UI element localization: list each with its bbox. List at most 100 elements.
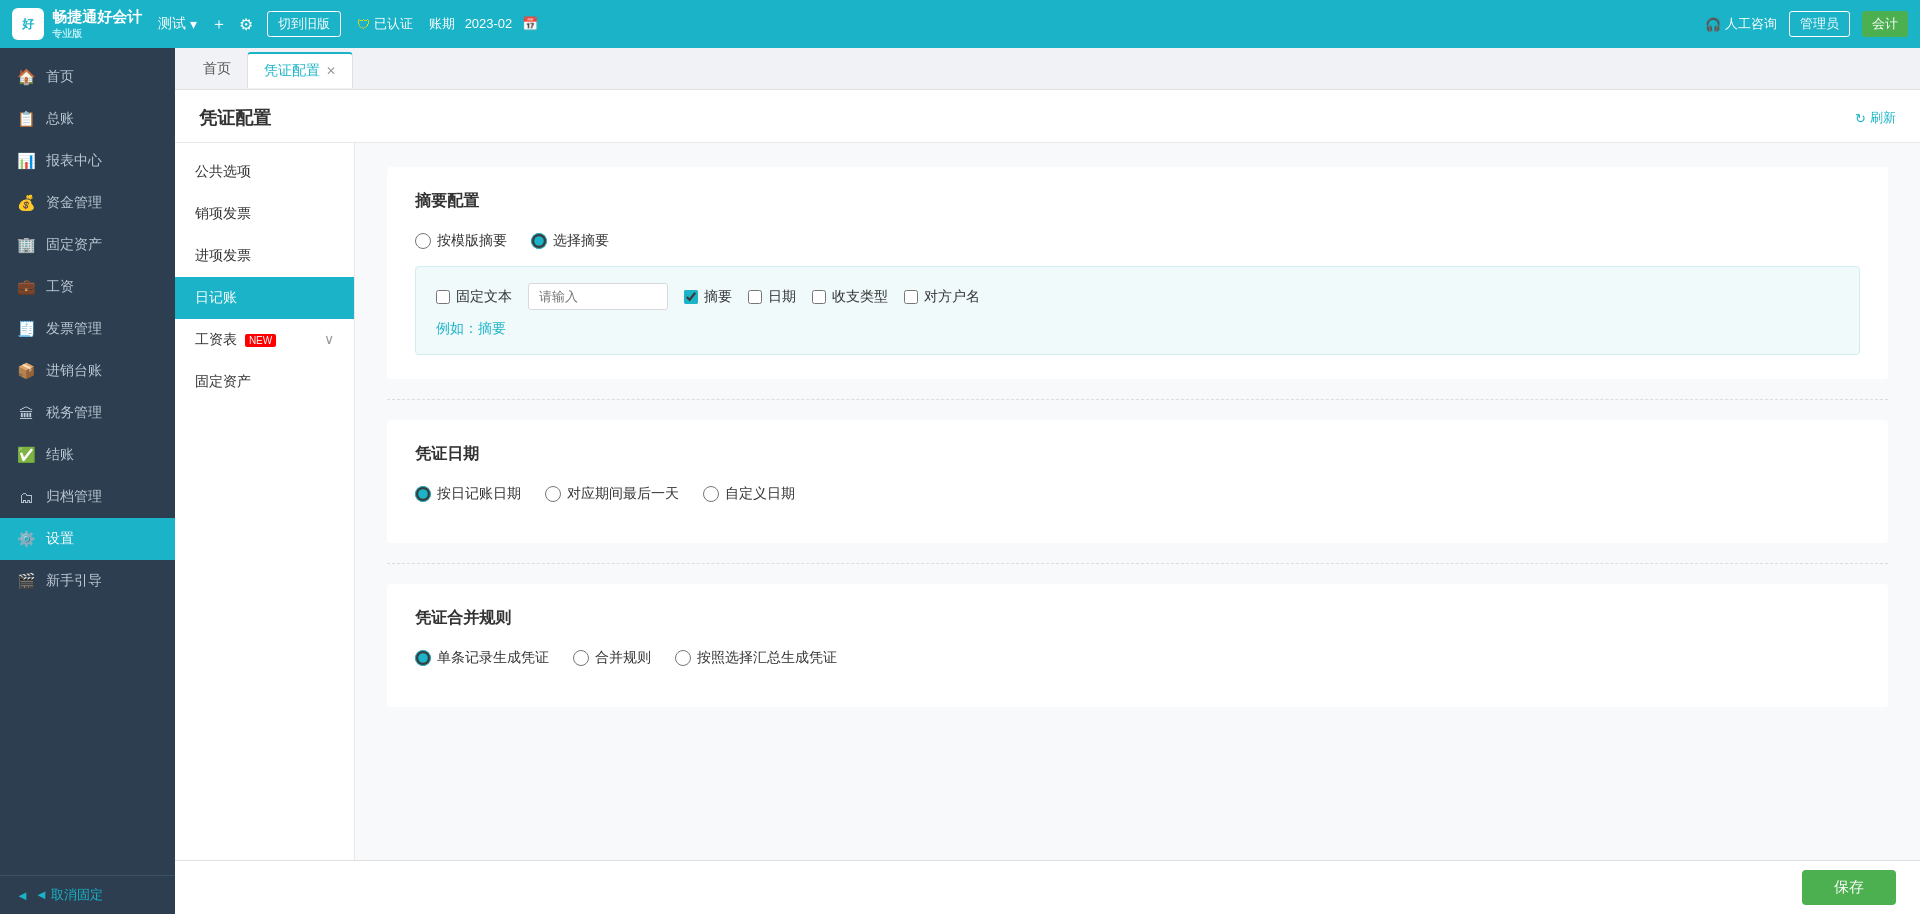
radio-template-summary[interactable]: 按模版摘要 — [415, 232, 507, 250]
page-content: 凭证配置 ↻ 刷新 公共选项 销项发票 进项发票 日记账 — [175, 90, 1920, 914]
content-area: 首页 凭证配置 ✕ 凭证配置 ↻ 刷新 — [175, 48, 1920, 914]
sidebar-label-funds: 资金管理 — [46, 194, 102, 212]
sidebar-item-tax[interactable]: 🏛 税务管理 — [0, 392, 175, 434]
checkbox-income-type[interactable]: 收支类型 — [812, 288, 888, 306]
role-button[interactable]: 会计 — [1862, 11, 1908, 37]
refresh-button[interactable]: ↻ 刷新 — [1855, 109, 1896, 139]
project-dropdown-icon[interactable]: ▾ — [190, 16, 197, 32]
sidebar-label-assets: 固定资产 — [46, 236, 102, 254]
sidebar-label-tax: 税务管理 — [46, 404, 102, 422]
headset-icon: 🎧 — [1705, 17, 1721, 32]
save-button[interactable]: 保存 — [1802, 870, 1896, 905]
radio-custom-date[interactable]: 自定义日期 — [703, 485, 795, 503]
user-button[interactable]: 管理员 — [1789, 11, 1850, 37]
date-radio-group: 按日记账日期 对应期间最后一天 自定义日期 — [415, 485, 1860, 503]
sidebar-item-archive[interactable]: 🗂 归档管理 — [0, 476, 175, 518]
assets-icon: 🏢 — [16, 235, 36, 255]
sidebar-item-funds[interactable]: 💰 资金管理 — [0, 182, 175, 224]
sidebar-item-guide[interactable]: 🎬 新手引导 — [0, 560, 175, 602]
certified-label: 已认证 — [374, 15, 413, 33]
sidebar-item-salary[interactable]: 💼 工资 — [0, 266, 175, 308]
funds-icon: 💰 — [16, 193, 36, 213]
radio-summary-generate[interactable]: 按照选择汇总生成凭证 — [675, 649, 837, 667]
settings-icon[interactable]: ⚙ — [239, 15, 253, 34]
sidebar-item-ledger[interactable]: 📋 总账 — [0, 98, 175, 140]
sidebar-item-assets[interactable]: 🏢 固定资产 — [0, 224, 175, 266]
merge-section: 凭证合并规则 单条记录生成凭证 合并规则 — [387, 584, 1888, 707]
checkbox-date[interactable]: 日期 — [748, 288, 796, 306]
sidebar-item-settings[interactable]: ⚙️ 设置 — [0, 518, 175, 560]
radio-period-last-day[interactable]: 对应期间最后一天 — [545, 485, 679, 503]
checkbox-counterpart[interactable]: 对方户名 — [904, 288, 980, 306]
project-name: 测试 — [158, 15, 186, 33]
home-icon: 🏠 — [16, 67, 36, 87]
bottom-bar: 保存 — [175, 860, 1920, 914]
left-nav-fixed-assets[interactable]: 固定资产 — [175, 361, 354, 403]
new-badge: NEW — [245, 334, 276, 347]
example-text: 例如：摘要 — [436, 320, 1839, 338]
left-nav-purchase-invoice[interactable]: 进项发票 — [175, 235, 354, 277]
radio-select-summary[interactable]: 选择摘要 — [531, 232, 609, 250]
sidebar: 🏠 首页 📋 总账 📊 报表中心 💰 资金管理 🏢 固定资产 — [0, 48, 175, 914]
left-nav-sales-invoice[interactable]: 销项发票 — [175, 193, 354, 235]
page-header: 凭证配置 ↻ 刷新 — [175, 90, 1920, 143]
left-nav-diary[interactable]: 日记账 — [175, 277, 354, 319]
sidebar-item-reports[interactable]: 📊 报表中心 — [0, 140, 175, 182]
summary-options-row: 固定文本 摘要 日期 — [436, 283, 1839, 310]
merge-title: 凭证合并规则 — [415, 608, 1860, 629]
sidebar-label-close: 结账 — [46, 446, 74, 464]
left-nav: 公共选项 销项发票 进项发票 日记账 工资表 NEW ∨ 固定资产 — [175, 143, 355, 860]
add-icon[interactable]: ＋ — [211, 14, 227, 35]
pin-icon: ◄ — [16, 888, 29, 903]
sidebar-label-invoice: 发票管理 — [46, 320, 102, 338]
radio-diary-date[interactable]: 按日记账日期 — [415, 485, 521, 503]
logo: 好 畅捷通好会计 专业版 — [12, 8, 142, 41]
tax-icon: 🏛 — [16, 403, 36, 423]
sidebar-label-ledger: 总账 — [46, 110, 74, 128]
sidebar-item-invoice[interactable]: 🧾 发票管理 — [0, 308, 175, 350]
sidebar-item-home[interactable]: 🏠 首页 — [0, 56, 175, 98]
close-account-icon: ✅ — [16, 445, 36, 465]
tab-voucher-config-label: 凭证配置 — [264, 62, 320, 80]
main-layout: 公共选项 销项发票 进项发票 日记账 工资表 NEW ∨ 固定资产 — [175, 143, 1920, 860]
top-bar: 好 畅捷通好会计 专业版 测试 ▾ ＋ ⚙ 切到旧版 🛡 已认证 账期 2023… — [0, 0, 1920, 48]
settings-sidebar-icon: ⚙️ — [16, 529, 36, 549]
summary-title: 摘要配置 — [415, 191, 1860, 212]
guide-icon: 🎬 — [16, 571, 36, 591]
period-label: 账期 2023-02 📅 — [429, 15, 538, 33]
sidebar-label-reports: 报表中心 — [46, 152, 102, 170]
radio-merge-rule[interactable]: 合并规则 — [573, 649, 651, 667]
archive-icon: 🗂 — [16, 487, 36, 507]
tab-home[interactable]: 首页 — [187, 52, 247, 86]
salary-icon: 💼 — [16, 277, 36, 297]
page-title: 凭证配置 — [199, 106, 271, 142]
trade-icon: 📦 — [16, 361, 36, 381]
arrow-icon: ∨ — [324, 331, 334, 347]
checkbox-fixed-text[interactable]: 固定文本 — [436, 288, 512, 306]
calendar-icon[interactable]: 📅 — [522, 16, 538, 31]
date-section: 凭证日期 按日记账日期 对应期间最后一天 — [387, 420, 1888, 543]
radio-single-record[interactable]: 单条记录生成凭证 — [415, 649, 549, 667]
sidebar-pin-button[interactable]: ◄ ◄ 取消固定 — [0, 875, 175, 914]
certified-badge: 🛡 已认证 — [357, 15, 413, 33]
sidebar-item-close[interactable]: ✅ 结账 — [0, 434, 175, 476]
left-nav-payroll[interactable]: 工资表 NEW ∨ — [175, 319, 354, 361]
tab-close-icon[interactable]: ✕ — [326, 64, 336, 78]
summary-sub-config: 固定文本 摘要 日期 — [415, 266, 1860, 355]
sidebar-label-settings: 设置 — [46, 530, 74, 548]
service-button[interactable]: 🎧 人工咨询 — [1705, 15, 1777, 33]
summary-section: 摘要配置 按模版摘要 选择摘要 — [387, 167, 1888, 379]
sidebar-label-home: 首页 — [46, 68, 74, 86]
sidebar-label-archive: 归档管理 — [46, 488, 102, 506]
tab-voucher-config[interactable]: 凭证配置 ✕ — [247, 52, 353, 88]
sidebar-item-trade[interactable]: 📦 进销台账 — [0, 350, 175, 392]
switch-version-button[interactable]: 切到旧版 — [267, 11, 341, 37]
logo-text: 畅捷通好会计 — [52, 8, 142, 27]
fixed-text-input[interactable] — [528, 283, 668, 310]
summary-radio-group: 按模版摘要 选择摘要 — [415, 232, 1860, 250]
checkbox-summary[interactable]: 摘要 — [684, 288, 732, 306]
left-nav-public[interactable]: 公共选项 — [175, 151, 354, 193]
sidebar-label-guide: 新手引导 — [46, 572, 102, 590]
logo-icon: 好 — [12, 8, 44, 40]
logo-sub: 专业版 — [52, 27, 142, 41]
